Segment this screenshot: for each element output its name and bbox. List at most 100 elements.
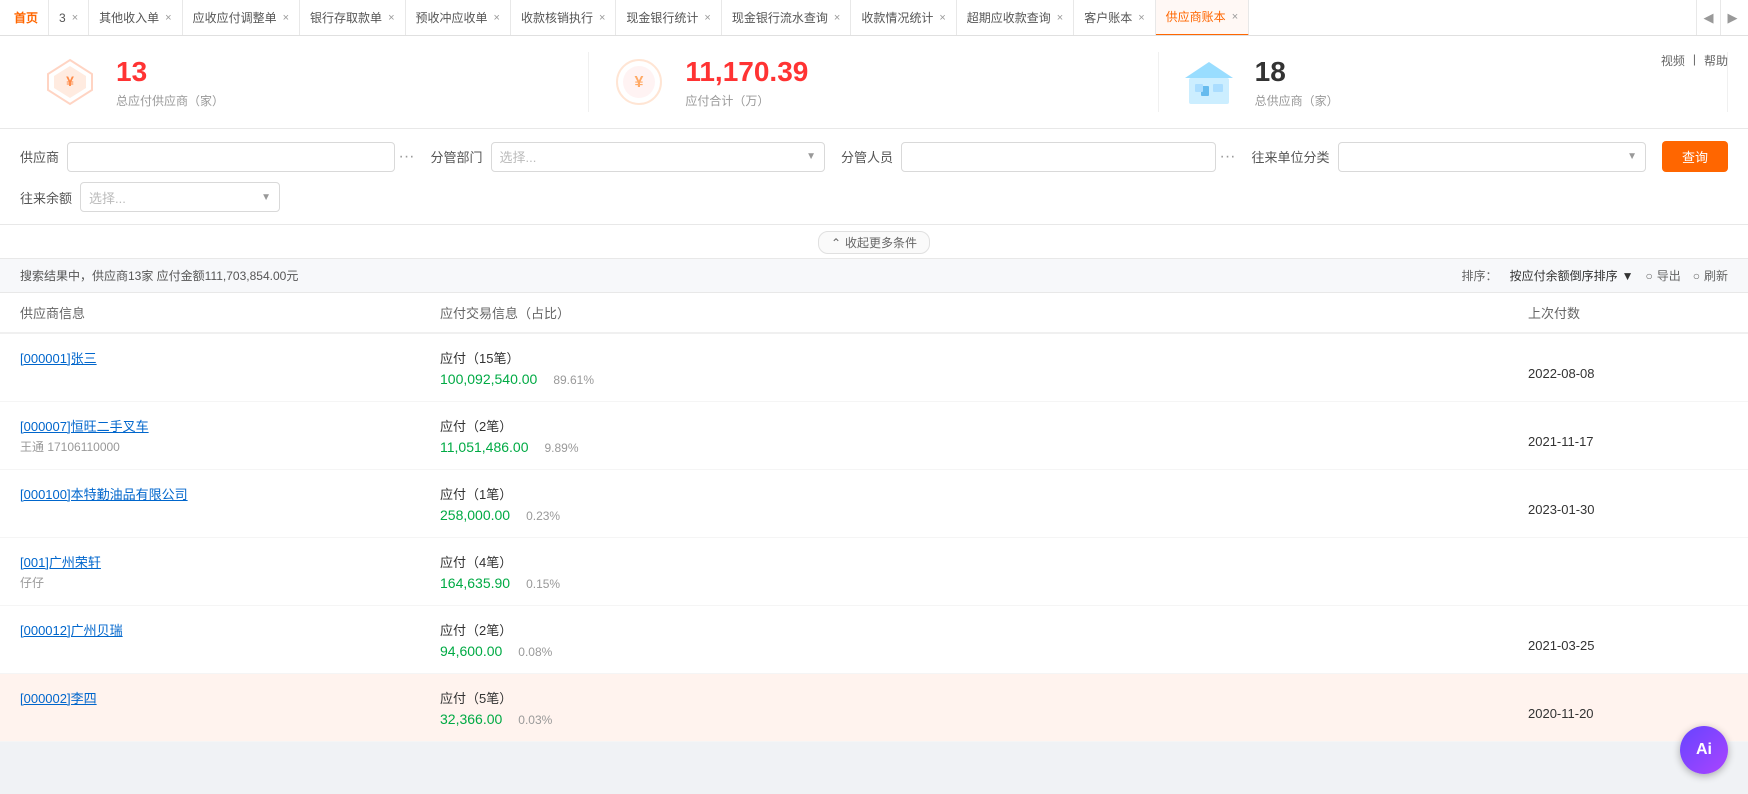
data-table: 供应商信息 应付交易信息（占比） 上次付数 [000001]张三 应付（15笔）… bbox=[0, 293, 1748, 742]
tx-amount-link[interactable]: 32,366.00 bbox=[440, 711, 502, 727]
filter-supplier: 供应商 ··· bbox=[20, 142, 415, 172]
nav-arrow-left[interactable]: ◀ bbox=[1696, 0, 1720, 36]
header-supplier: 供应商信息 bbox=[20, 303, 440, 322]
nav-tab-overdue[interactable]: 超期应收款查询 × bbox=[957, 0, 1074, 36]
nav-tab-cash-flow[interactable]: 现金银行流水查询 × bbox=[722, 0, 851, 36]
close-icon[interactable]: × bbox=[599, 12, 605, 24]
summary-info-amount: 11,170.39 应付合计（万） bbox=[685, 55, 808, 110]
tab-cash-stat-label: 现金银行统计 bbox=[626, 9, 698, 26]
close-icon[interactable]: × bbox=[704, 12, 710, 24]
nav-tab-home[interactable]: 首页 bbox=[4, 0, 49, 36]
summary-card-total-suppliers: 18 总供应商（家） bbox=[1159, 52, 1728, 112]
close-icon[interactable]: × bbox=[283, 12, 289, 24]
header-transaction: 应付交易信息（占比） bbox=[440, 303, 1528, 322]
tx-amount-link[interactable]: 164,635.90 bbox=[440, 575, 510, 591]
sort-label: 排序： bbox=[1462, 267, 1498, 284]
nav-tab-verify[interactable]: 收款核销执行 × bbox=[511, 0, 616, 36]
nav-tab-other-income[interactable]: 其他收入单 × bbox=[89, 0, 182, 36]
balance-select[interactable]: 选择... ▼ bbox=[80, 182, 280, 212]
tx-label: 应付（1笔） bbox=[440, 484, 1528, 503]
close-icon[interactable]: × bbox=[1232, 11, 1238, 23]
nav-tab-advance[interactable]: 预收冲应收单 × bbox=[406, 0, 511, 36]
tx-label: 应付（2笔） bbox=[440, 620, 1528, 639]
nav-arrows: ◀ ▶ bbox=[1696, 0, 1744, 36]
last-payment-cell: 2021-03-25 bbox=[1528, 620, 1728, 653]
supplier-cell: [000007]恒旺二手叉车 王通 17106110000 bbox=[20, 416, 440, 455]
ai-button[interactable]: Ai bbox=[1680, 726, 1728, 774]
balance-chevron-icon: ▼ bbox=[261, 192, 271, 203]
supplier-input[interactable] bbox=[67, 142, 395, 172]
supplier-sub: 仔仔 bbox=[20, 574, 440, 591]
close-icon[interactable]: × bbox=[1138, 12, 1144, 24]
sort-chevron-icon: ▼ bbox=[1622, 269, 1634, 283]
video-link[interactable]: 视频 bbox=[1661, 52, 1685, 69]
close-icon[interactable]: × bbox=[165, 12, 171, 24]
dept-select[interactable]: 选择... ▼ bbox=[491, 142, 825, 172]
close-icon[interactable]: × bbox=[1057, 12, 1063, 24]
tab-customer-account-label: 客户账本 bbox=[1084, 9, 1132, 26]
nav-arrow-right[interactable]: ▶ bbox=[1720, 0, 1744, 36]
tab-adjustment-label: 应收应付调整单 bbox=[193, 9, 277, 26]
nav-tab-cash-stat[interactable]: 现金银行统计 × bbox=[616, 0, 721, 36]
supplier-dots-icon[interactable]: ··· bbox=[399, 148, 415, 166]
filter-row-2: 往来余额 选择... ▼ bbox=[20, 182, 1728, 212]
tab-cash-flow-label: 现金银行流水查询 bbox=[732, 9, 828, 26]
supplier-link[interactable]: [000100]本特勤油品有限公司 bbox=[20, 484, 440, 503]
tx-percent: 89.61% bbox=[553, 373, 594, 387]
tx-amount-link[interactable]: 100,092,540.00 bbox=[440, 371, 537, 387]
right-actions: 排序： 按应付余额倒序排序 ▼ ○ 导出 ○ 刷新 bbox=[1462, 267, 1728, 284]
tx-amount-row: 100,092,540.00 89.61% bbox=[440, 371, 1528, 387]
tab-verify-label: 收款核销执行 bbox=[521, 9, 593, 26]
transaction-cell: 应付（5笔） 32,366.00 0.03% bbox=[440, 688, 1528, 727]
tab-3-label: 3 bbox=[59, 11, 66, 25]
table-body: [000001]张三 应付（15笔） 100,092,540.00 89.61%… bbox=[0, 334, 1748, 742]
refresh-button[interactable]: ○ 刷新 bbox=[1693, 267, 1728, 284]
supplier-link[interactable]: [000002]李四 bbox=[20, 688, 440, 707]
last-payment-cell: 2020-11-20 bbox=[1528, 688, 1728, 721]
close-icon[interactable]: × bbox=[72, 12, 78, 24]
transaction-cell: 应付（15笔） 100,092,540.00 89.61% bbox=[440, 348, 1528, 387]
close-icon[interactable]: × bbox=[494, 12, 500, 24]
refresh-icon: ○ bbox=[1693, 269, 1700, 283]
tx-amount-link[interactable]: 94,600.00 bbox=[440, 643, 502, 659]
close-icon[interactable]: × bbox=[834, 12, 840, 24]
person-dots-icon[interactable]: ··· bbox=[1220, 148, 1236, 166]
nav-tab-bank[interactable]: 银行存取款单 × bbox=[300, 0, 405, 36]
tx-label: 应付（15笔） bbox=[440, 348, 1528, 367]
query-button[interactable]: 查询 bbox=[1662, 141, 1728, 172]
nav-tab-customer-account[interactable]: 客户账本 × bbox=[1074, 0, 1155, 36]
filter-area: 供应商 ··· 分管部门 选择... ▼ 分管人员 ··· 往来单位分类 ▼ bbox=[0, 129, 1748, 225]
category-select[interactable]: ▼ bbox=[1338, 142, 1646, 172]
tx-amount-link[interactable]: 11,051,486.00 bbox=[440, 439, 529, 455]
export-label: 导出 bbox=[1657, 267, 1681, 284]
nav-tab-3[interactable]: 3 × bbox=[49, 0, 89, 36]
tab-collection-stat-label: 收款情况统计 bbox=[861, 9, 933, 26]
export-button[interactable]: ○ 导出 bbox=[1645, 267, 1680, 284]
nav-tab-supplier-account[interactable]: 供应商账本 × bbox=[1156, 0, 1249, 36]
supplier-link[interactable]: [001]广州荣轩 bbox=[20, 552, 440, 571]
tx-amount-row: 258,000.00 0.23% bbox=[440, 507, 1528, 523]
tab-other-income-label: 其他收入单 bbox=[99, 9, 159, 26]
category-label: 往来单位分类 bbox=[1252, 147, 1330, 166]
tx-amount-link[interactable]: 258,000.00 bbox=[440, 507, 510, 523]
collapse-button[interactable]: ⌃ 收起更多条件 bbox=[818, 231, 930, 254]
person-input[interactable] bbox=[901, 142, 1216, 172]
help-link[interactable]: 帮助 bbox=[1704, 52, 1728, 69]
category-chevron-icon: ▼ bbox=[1627, 151, 1637, 162]
nav-tab-adjustment[interactable]: 应收应付调整单 × bbox=[183, 0, 300, 36]
sort-value: 按应付余额倒序排序 bbox=[1510, 267, 1618, 284]
payable-suppliers-number: 13 bbox=[116, 55, 224, 89]
nav-tab-collection-stat[interactable]: 收款情况统计 × bbox=[851, 0, 956, 36]
tx-amount-row: 94,600.00 0.08% bbox=[440, 643, 1528, 659]
last-payment-cell: 2022-08-08 bbox=[1528, 348, 1728, 381]
filter-row-1: 供应商 ··· 分管部门 选择... ▼ 分管人员 ··· 往来单位分类 ▼ bbox=[20, 141, 1728, 172]
summary-card-payable-suppliers: ¥ 13 总应付供应商（家） bbox=[20, 52, 589, 112]
close-icon[interactable]: × bbox=[939, 12, 945, 24]
close-icon[interactable]: × bbox=[388, 12, 394, 24]
tx-percent: 0.08% bbox=[518, 645, 552, 659]
supplier-link[interactable]: [000001]张三 bbox=[20, 348, 440, 367]
sort-button[interactable]: 按应付余额倒序排序 ▼ bbox=[1510, 267, 1634, 284]
supplier-link[interactable]: [000012]广州贝瑞 bbox=[20, 620, 440, 639]
supplier-link[interactable]: [000007]恒旺二手叉车 bbox=[20, 416, 440, 435]
payable-amount-number: 11,170.39 bbox=[685, 55, 808, 89]
